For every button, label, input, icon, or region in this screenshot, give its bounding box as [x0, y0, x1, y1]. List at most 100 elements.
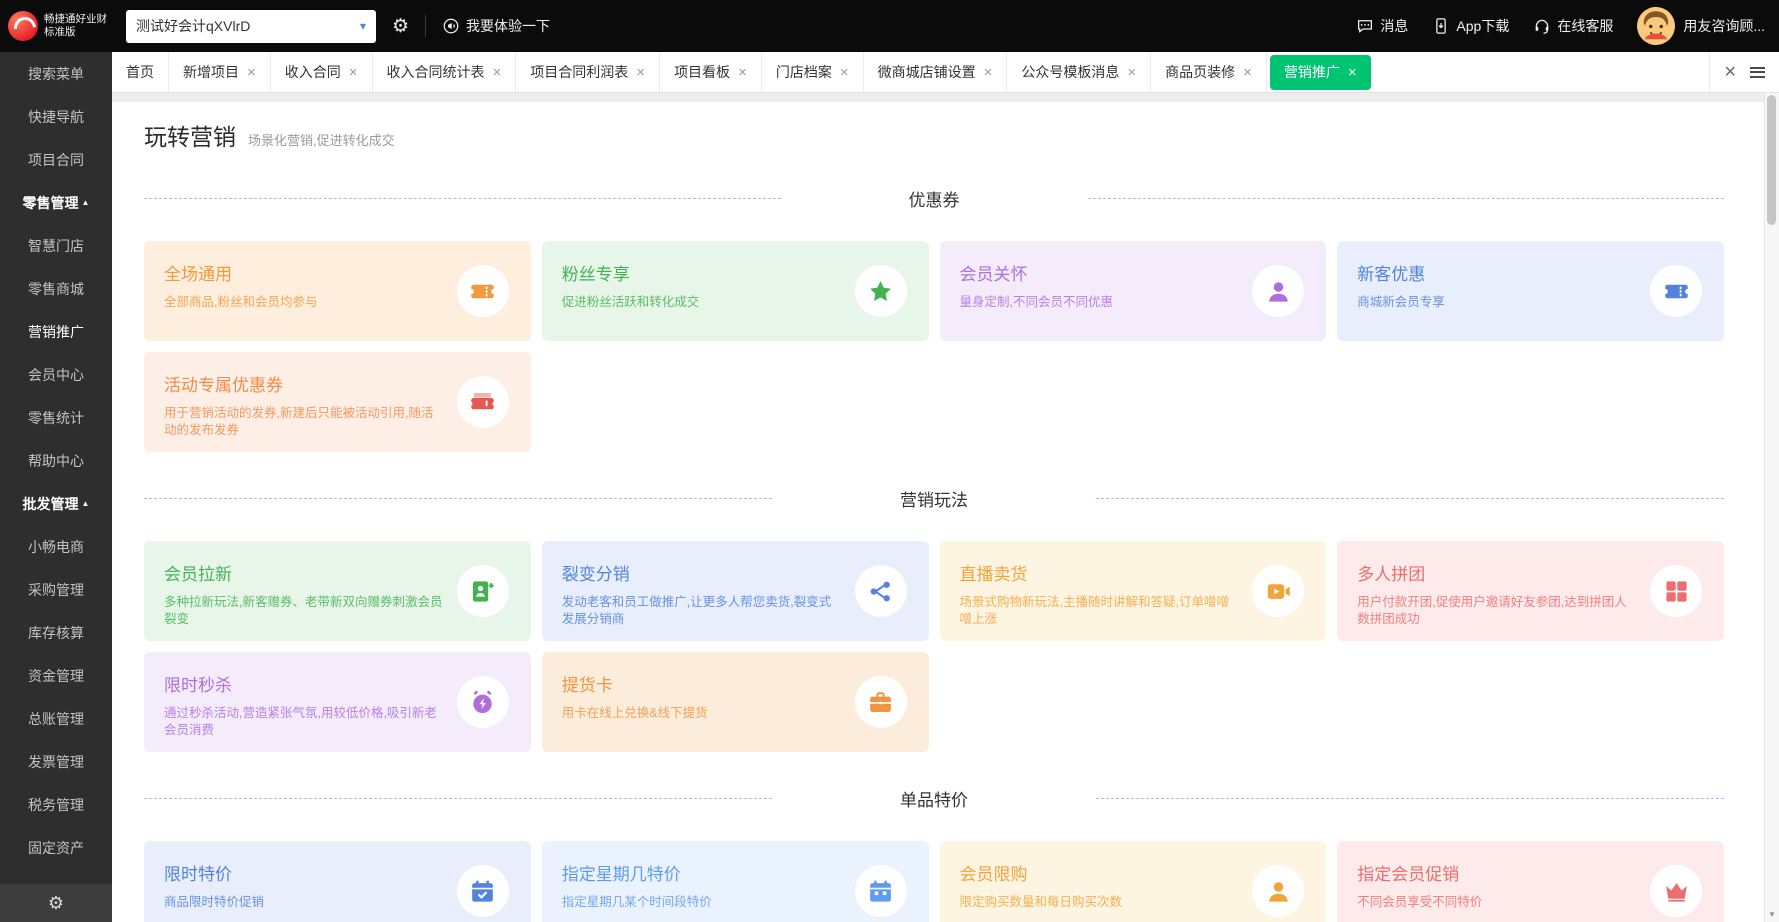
tab[interactable]: 商品页装修 × — [1151, 52, 1267, 92]
sidebar-item[interactable]: 总账管理 — [0, 697, 112, 740]
promo-card[interactable]: 会员限购 限定购买数量和每日购买次数 — [939, 841, 1327, 922]
tab[interactable]: 门店档案 × — [762, 52, 864, 92]
sidebar-item[interactable]: 资金管理 — [0, 654, 112, 697]
tab-close-icon[interactable]: × — [1243, 65, 1252, 80]
promo-card[interactable]: 裂变分销 发动老客和员工做推广,让更多人帮您卖货,裂变式发展分销商 — [541, 541, 929, 641]
account-select-value: 测试好会计qXVlrD — [136, 18, 251, 34]
promo-card[interactable]: 直播卖货 场景式购物新玩法,主播随时讲解和答疑,订单噌噌噌上涨 — [939, 541, 1327, 641]
promo-card[interactable]: 会员关怀 量身定制,不同会员不同优惠 — [939, 241, 1327, 341]
tab[interactable]: 首页 — [112, 52, 169, 92]
tab-actions: × — [1709, 52, 1779, 92]
flash-clock-icon — [469, 689, 496, 716]
card-grid: 限时特价 商品限时特价促销 指定星期几特价 指定星期几某个时间段特价 会员限购 … — [144, 841, 1724, 922]
sidebar-item[interactable]: 智慧门店 — [0, 224, 112, 267]
scrollbar-thumb[interactable] — [1767, 95, 1776, 225]
tab-close-icon[interactable]: × — [349, 65, 358, 80]
gear-icon: ⚙ — [392, 15, 410, 37]
experience-button[interactable]: 我要体验一下 — [442, 16, 550, 36]
tab-close-icon[interactable]: × — [493, 65, 502, 80]
dashed-divider-right — [1087, 198, 1724, 199]
card-title: 多人拼团 — [1357, 565, 1426, 584]
tab-list-button[interactable] — [1750, 66, 1765, 78]
card-grid: 会员拉新 多种拉新玩法,新客赠券、老带新双向赠券刺激会员裂变 裂变分销 发动老客… — [144, 541, 1724, 752]
sidebar-item[interactable]: 项目合同 — [0, 138, 112, 181]
promo-card[interactable]: 提货卡 用卡在线上兑换&线下提货 — [541, 652, 929, 752]
phone-download-icon — [1432, 17, 1450, 35]
tab[interactable]: 项目合同利润表 × — [516, 52, 661, 92]
card-desc: 不同会员享受不同特价 — [1357, 895, 1483, 909]
tab[interactable]: 项目看板 × — [660, 52, 762, 92]
scrollbar[interactable]: ▾ — [1764, 93, 1779, 922]
card-icon-circle — [456, 676, 509, 728]
dashed-divider-left — [144, 198, 781, 199]
tab[interactable]: 收入合同 × — [271, 52, 373, 92]
sidebar-item[interactable]: 采购管理 — [0, 568, 112, 611]
sidebar-item[interactable]: 批发管理 ▲ — [0, 482, 112, 525]
sidebar-item[interactable]: 零售商城 — [0, 267, 112, 310]
group-grid-icon — [1663, 578, 1690, 605]
tab-close-icon[interactable]: × — [984, 65, 993, 80]
close-tabs-button[interactable]: × — [1724, 62, 1736, 82]
sidebar-item-label: 营销推广 — [28, 323, 84, 340]
sidebar-item[interactable]: 固定资产 — [0, 826, 112, 869]
body-row: 搜索菜单 快捷导航 项目合同 零售管理 ▲ 智慧门店 零售商城 营销推广 会员中… — [0, 52, 1779, 922]
user-menu[interactable]: 用友咨询顾... — [1637, 7, 1765, 45]
sidebar-item-label: 零售商城 — [28, 280, 84, 297]
account-select[interactable]: 测试好会计qXVlrD ▾ — [126, 9, 376, 43]
tab[interactable]: 微商城店铺设置 × — [864, 52, 1008, 92]
tab-close-icon[interactable]: × — [840, 65, 849, 80]
tab-close-icon[interactable]: × — [247, 65, 256, 80]
card-desc: 量身定制,不同会员不同优惠 — [959, 295, 1113, 309]
tab[interactable]: 营销推广 × — [1269, 54, 1371, 90]
sidebar-item[interactable]: 零售管理 ▲ — [0, 181, 112, 224]
sidebar-item[interactable]: 会员中心 — [0, 353, 112, 396]
promo-card[interactable]: 活动专属优惠券 用于营销活动的发券,新建后只能被活动引用,随活动的发布发券 — [144, 352, 531, 452]
messages-button[interactable]: 消息 — [1356, 16, 1408, 36]
sidebar-item[interactable]: 搜索菜单 — [0, 52, 112, 95]
promo-card[interactable]: 限时秒杀 通过秒杀活动,营造紧张气氛,用较低价格,吸引新老会员消费 — [144, 652, 531, 752]
sidebar-item[interactable]: 营销推广 — [0, 310, 112, 353]
promo-card[interactable]: 粉丝专享 促进粉丝活跃和转化成交 — [541, 241, 929, 341]
promo-card[interactable]: 指定会员促销 不同会员享受不同特价 — [1337, 841, 1724, 922]
promo-card[interactable]: 全场通用 全部商品,粉丝和会员均参与 — [144, 241, 531, 341]
card-icon-circle — [456, 565, 509, 617]
sidebar-item[interactable]: 税务管理 — [0, 783, 112, 826]
promo-card[interactable]: 指定星期几特价 指定星期几某个时间段特价 — [541, 841, 929, 922]
settings-gear-button[interactable]: ⚙ — [392, 17, 409, 36]
topbar: 畅捷通好业财 标准版 测试好会计qXVlrD ▾ ⚙ 我要体验一下 消息 App… — [0, 0, 1779, 52]
app-download-button[interactable]: App下载 — [1432, 16, 1509, 36]
promo-card[interactable]: 会员拉新 多种拉新玩法,新客赠券、老带新双向赠券刺激会员裂变 — [144, 541, 531, 641]
tab-close-icon[interactable]: × — [636, 65, 645, 80]
dashed-divider-left — [144, 798, 772, 799]
promo-card[interactable]: 新客优惠 商城新会员专享 — [1337, 241, 1724, 341]
promo-section: 营销玩法 会员拉新 多种拉新玩法,新客赠券、老带新双向赠券刺激会员裂变 裂变分销… — [144, 486, 1724, 752]
tab[interactable]: 公众号模板消息 × — [1007, 52, 1152, 92]
avatar[interactable] — [1637, 7, 1676, 45]
promo-section: 单品特价 限时特价 商品限时特价促销 指定星期几特价 指定星期几某个时间段特价 … — [144, 786, 1724, 922]
online-service-button[interactable]: 在线客服 — [1533, 16, 1613, 36]
sidebar-item[interactable]: 发票管理 — [0, 740, 112, 783]
sidebar-settings-button[interactable]: ⚙ — [0, 884, 112, 922]
page-title: 玩转营销 — [144, 124, 236, 150]
sidebar-item[interactable]: 零售统计 — [0, 396, 112, 439]
sidebar-item[interactable]: 小畅电商 — [0, 525, 112, 568]
megaphone-icon — [442, 17, 460, 35]
tab-close-icon[interactable]: × — [1348, 65, 1357, 80]
tab-strip: 首页 新增项目 × 收入合同 × 收入合同统计表 × 项目合同利润表 × 项目看… — [112, 52, 1709, 92]
sidebar-item[interactable]: 帮助中心 — [0, 439, 112, 482]
tab-close-icon[interactable]: × — [738, 65, 747, 80]
app-logo: 畅捷通好业财 标准版 — [0, 11, 112, 41]
tab-close-icon[interactable]: × — [1127, 65, 1136, 80]
card-desc: 全部商品,粉丝和会员均参与 — [164, 295, 318, 309]
promo-card[interactable]: 多人拼团 用户付款开团,促使用户邀请好友参团,达到拼团人数拼团成功 — [1337, 541, 1724, 641]
promo-card[interactable]: 限时特价 商品限时特价促销 — [144, 841, 531, 922]
tab-label: 新增项目 — [183, 64, 239, 80]
sidebar-item[interactable]: 快捷导航 — [0, 95, 112, 138]
tab[interactable]: 新增项目 × — [169, 52, 271, 92]
sidebar-item[interactable]: 库存核算 — [0, 611, 112, 654]
scroll-down-arrow[interactable]: ▾ — [1765, 909, 1779, 920]
card-icon-circle — [854, 865, 907, 917]
tab[interactable]: 收入合同统计表 × — [373, 52, 517, 92]
tab-label: 营销推广 — [1283, 64, 1340, 80]
card-desc: 场景式购物新玩法,主播随时讲解和答疑,订单噌噌噌上涨 — [959, 595, 1229, 626]
